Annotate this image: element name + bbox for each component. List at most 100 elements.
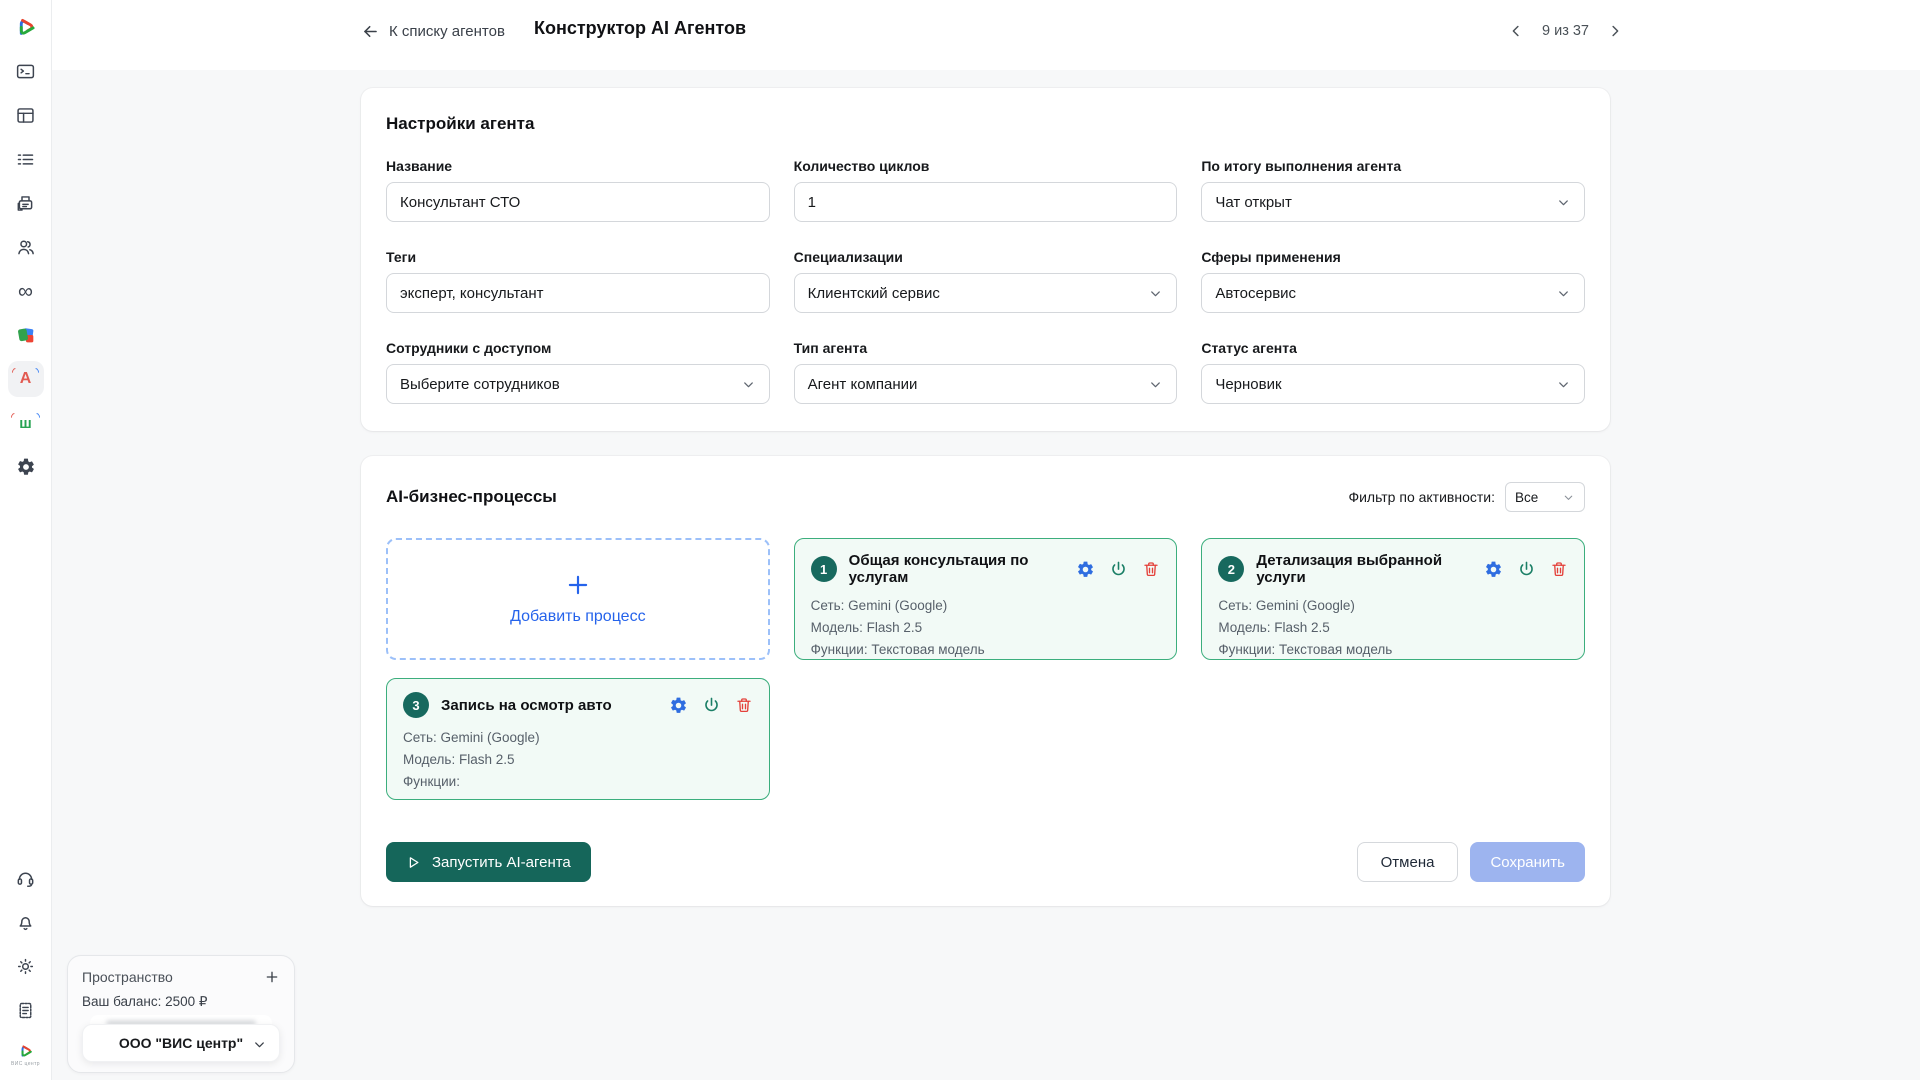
infinity-icon[interactable]: ∞ [8, 273, 44, 309]
w-glyph: ш [19, 416, 32, 431]
process-delete-button[interactable] [1550, 560, 1568, 578]
table-icon[interactable] [8, 97, 44, 133]
workspace-logo-icon[interactable]: ВИС центр [8, 1036, 44, 1072]
field-status: Статус агента Черновик [1201, 340, 1585, 404]
process-power-button[interactable] [702, 696, 721, 715]
tags-input[interactable] [386, 273, 770, 313]
notes-icon[interactable] [8, 992, 44, 1028]
specializations-select[interactable]: Клиентский сервис [794, 273, 1178, 313]
arrow-left-icon [361, 22, 380, 41]
agent-type-select[interactable]: Агент компании [794, 364, 1178, 404]
cancel-button[interactable]: Отмена [1357, 842, 1459, 882]
process-network: Сеть: Gemini (Google) [811, 595, 1161, 617]
activity-filter: Фильтр по активности: Все [1348, 482, 1585, 512]
infinity-glyph: ∞ [18, 281, 33, 302]
add-workspace-button[interactable] [264, 969, 280, 985]
pagination: 9 из 37 [1507, 22, 1624, 40]
field-agent-type: Тип агента Агент компании [794, 340, 1178, 404]
status-select[interactable]: Черновик [1201, 364, 1585, 404]
field-employees-label: Сотрудники с доступом [386, 340, 770, 356]
field-tags-label: Теги [386, 249, 770, 265]
field-status-label: Статус агента [1201, 340, 1585, 356]
back-label: К списку агентов [389, 23, 505, 40]
process-settings-button[interactable] [669, 696, 688, 715]
terminal-icon[interactable] [8, 53, 44, 89]
process-power-button[interactable] [1517, 560, 1536, 579]
list-icon[interactable] [8, 141, 44, 177]
sidebar: ∞ A ш [0, 0, 52, 1080]
topbar: К списку агентов Конструктор AI Агентов … [52, 0, 1920, 70]
process-functions: Функции: [403, 771, 753, 793]
process-delete-button[interactable] [1142, 560, 1160, 578]
sidebar-item-ai-agents[interactable]: A [8, 361, 44, 397]
settings-form: Название Количество циклов По итогу выпо… [386, 158, 1585, 404]
name-input[interactable] [386, 182, 770, 222]
chevron-down-icon [252, 1037, 267, 1055]
back-button[interactable]: К списку агентов [361, 22, 505, 41]
field-cycles-label: Количество циклов [794, 158, 1178, 174]
library-icon[interactable] [8, 317, 44, 353]
process-title: Запись на осмотр авто [441, 697, 657, 714]
app-screen: ∞ A ш [0, 0, 1920, 1080]
chevron-down-icon [1148, 286, 1163, 301]
field-agent-type-label: Тип агента [794, 340, 1178, 356]
process-model: Модель: Flash 2.5 [403, 749, 753, 771]
workspace-title: Пространство [82, 969, 173, 985]
process-model: Модель: Flash 2.5 [811, 617, 1161, 639]
field-name: Название [386, 158, 770, 222]
play-icon [406, 855, 421, 870]
process-number-badge: 1 [811, 556, 837, 582]
company-select[interactable]: ООО "ВИС центр" [82, 1024, 280, 1062]
chevron-down-icon [1556, 377, 1571, 392]
page-title: Конструктор AI Агентов [534, 18, 746, 39]
page-counter: 9 из 37 [1542, 23, 1589, 39]
field-on-complete: По итогу выполнения агента Чат открыт [1201, 158, 1585, 222]
process-settings-button[interactable] [1076, 560, 1095, 579]
spheres-select[interactable]: Автосервис [1201, 273, 1585, 313]
employees-select[interactable]: Выберите сотрудников [386, 364, 770, 404]
plus-icon [264, 969, 280, 985]
settings-gear-icon[interactable] [8, 449, 44, 485]
app-logo-icon[interactable] [8, 9, 44, 45]
process-grid: Добавить процесс 1 Общая консультация по… [386, 538, 1585, 800]
filter-label: Фильтр по активности: [1348, 489, 1495, 505]
next-page-button[interactable] [1606, 22, 1624, 40]
bell-icon[interactable] [8, 904, 44, 940]
workspace-panel: Пространство Ваш баланс: 2500 ₽ ООО "ВИС… [67, 955, 295, 1073]
process-title: Общая консультация по услугам [849, 552, 1065, 586]
on-complete-select[interactable]: Чат открыт [1201, 182, 1585, 222]
process-number-badge: 3 [403, 692, 429, 718]
field-spheres: Сферы применения Автосервис [1201, 249, 1585, 313]
process-card-1: 1 Общая консультация по услугам Сеть: Ge… [794, 538, 1178, 660]
process-network: Сеть: Gemini (Google) [1218, 595, 1568, 617]
agents-a-icon: A [20, 371, 32, 387]
save-button[interactable]: Сохранить [1470, 842, 1585, 882]
w-letter-icon[interactable]: ш [8, 405, 44, 441]
filter-select[interactable]: Все [1505, 482, 1585, 512]
add-process-button[interactable]: Добавить процесс [386, 538, 770, 660]
process-functions: Функции: Текстовая модель [811, 639, 1161, 661]
chevron-down-icon [1556, 195, 1571, 210]
printer-icon[interactable] [8, 185, 44, 221]
process-functions: Функции: Текстовая модель [1218, 639, 1568, 661]
process-delete-button[interactable] [735, 696, 753, 714]
theme-sun-icon[interactable] [8, 948, 44, 984]
field-employees: Сотрудники с доступом Выберите сотрудник… [386, 340, 770, 404]
balance-label: Ваш баланс: 2500 ₽ [82, 994, 280, 1010]
chevron-down-icon [1562, 491, 1575, 504]
cycles-input[interactable] [794, 182, 1178, 222]
process-settings-button[interactable] [1484, 560, 1503, 579]
run-agent-button[interactable]: Запустить AI-агента [386, 842, 591, 882]
plus-icon [565, 572, 591, 598]
process-power-button[interactable] [1109, 560, 1128, 579]
field-spheres-label: Сферы применения [1201, 249, 1585, 265]
headset-icon[interactable] [8, 860, 44, 896]
process-number-badge: 2 [1218, 556, 1244, 582]
workspace-logo-caption: ВИС центр [11, 1062, 40, 1067]
field-tags: Теги [386, 249, 770, 313]
users-icon[interactable] [8, 229, 44, 265]
process-model: Модель: Flash 2.5 [1218, 617, 1568, 639]
prev-page-button[interactable] [1507, 22, 1525, 40]
field-specializations: Специализации Клиентский сервис [794, 249, 1178, 313]
add-process-label: Добавить процесс [510, 608, 646, 626]
